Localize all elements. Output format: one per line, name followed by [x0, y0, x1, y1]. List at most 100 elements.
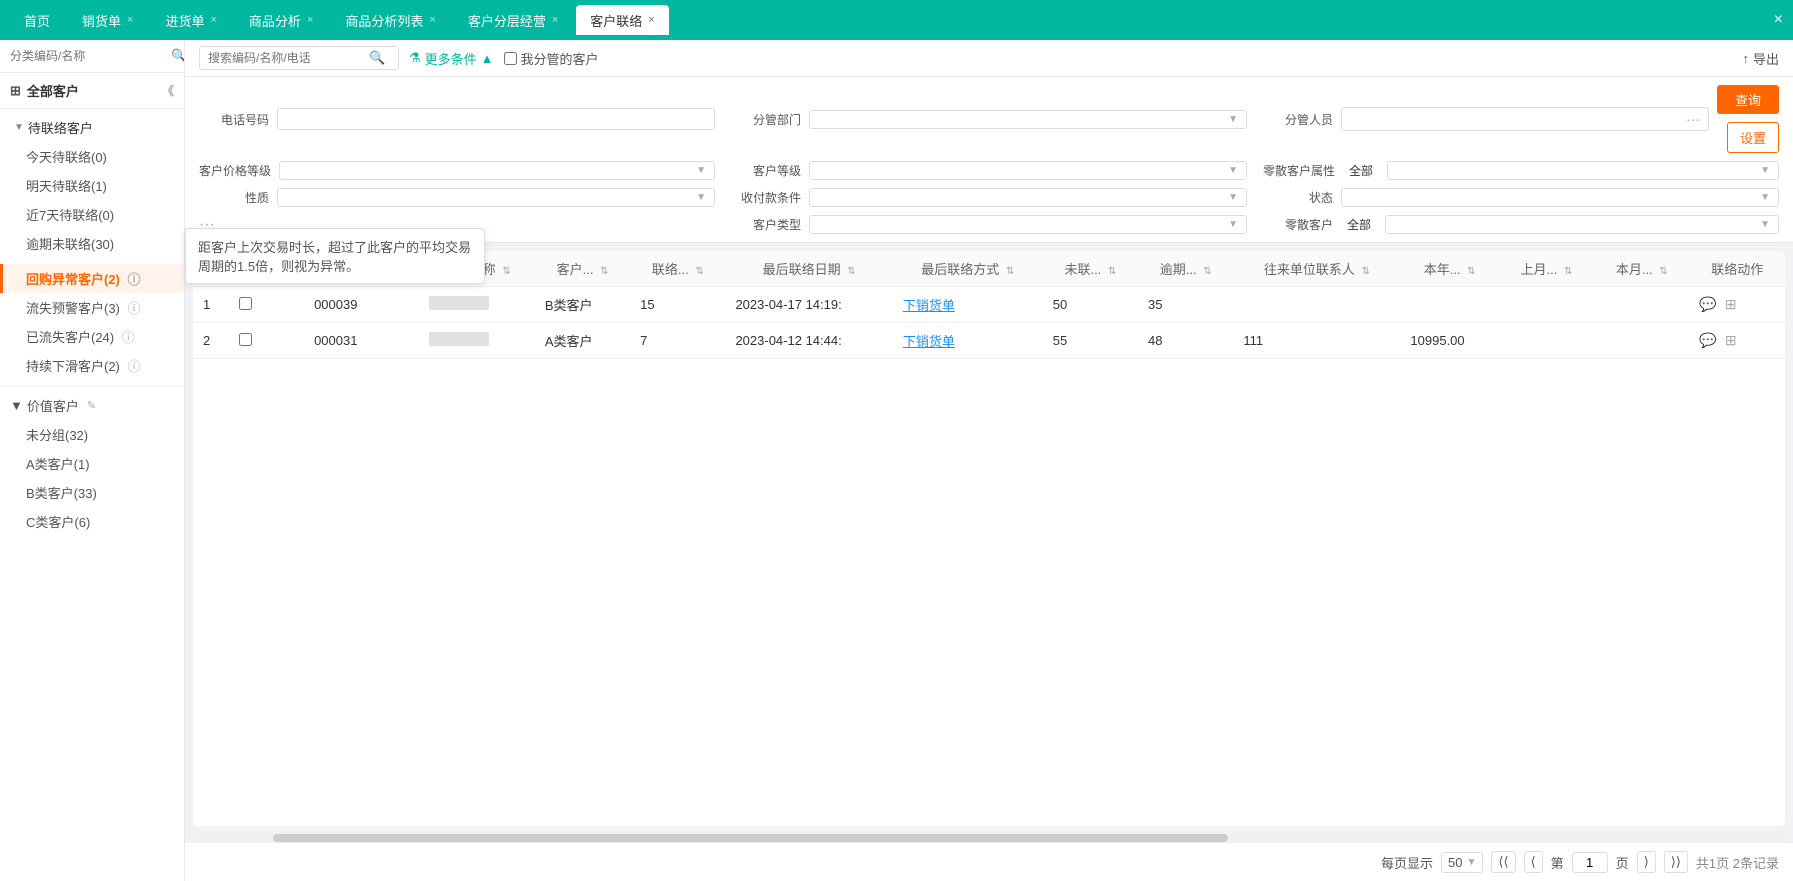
sidebar-item-churn-warning[interactable]: 流失预警客户(3) ⓘ	[0, 293, 184, 322]
filter-retail-attr-select[interactable]: ▼	[1387, 161, 1779, 180]
table-area: ⚙ 客户编码 ⇅ 客户名称 ⇅ 客户... ⇅	[193, 251, 1785, 826]
th-category[interactable]: 客户... ⇅	[535, 251, 630, 287]
sidebar-search-input[interactable]	[10, 49, 165, 63]
edit-icon[interactable]: ✎	[87, 399, 96, 412]
page-input[interactable]	[1572, 852, 1608, 873]
last-page-btn[interactable]: ⟩⟩	[1664, 851, 1688, 873]
next-page-btn[interactable]: ⟩	[1637, 851, 1656, 873]
close-tab-purchase[interactable]: ×	[210, 14, 216, 26]
th-unit-contact[interactable]: 往来单位联系人 ⇅	[1233, 251, 1400, 287]
filter-dept-select[interactable]: ▼	[809, 110, 1247, 129]
tab-analysis[interactable]: 商品分析 ×	[235, 5, 327, 35]
close-tab-customer-contact[interactable]: ×	[648, 14, 654, 26]
close-tab-sales[interactable]: ×	[127, 14, 133, 26]
filter-dept-label: 分管部门	[731, 111, 801, 128]
filter-payment-row: 收付款条件 ▼	[731, 188, 1247, 207]
manager-ellipsis[interactable]: ···	[1686, 111, 1700, 127]
th-last-contact-method[interactable]: 最后联络方式 ⇅	[893, 251, 1043, 287]
th-last-contact-date[interactable]: 最后联络日期 ⇅	[725, 251, 892, 287]
sidebar-item-declining[interactable]: 持续下滑客户(2) ⓘ	[0, 351, 184, 380]
cell-this-year-1	[1400, 287, 1498, 323]
sidebar-collapse-btn[interactable]: 《	[162, 82, 174, 99]
sidebar-search-area: 🔍	[0, 40, 184, 73]
chat-icon-1[interactable]: 💬	[1699, 296, 1716, 313]
my-customers-checkbox[interactable]	[504, 52, 517, 65]
tab-customer-segment[interactable]: 客户分层经营 ×	[454, 5, 572, 35]
phone-input[interactable]	[286, 112, 706, 126]
first-page-btn[interactable]: ⟨⟨	[1491, 851, 1515, 873]
grid-action-icon-2[interactable]: ⊞	[1725, 332, 1737, 349]
row-checkbox-2[interactable]	[239, 333, 252, 346]
cell-action-1: 💬 ⊞	[1689, 287, 1785, 323]
filter-payment-select[interactable]: ▼	[809, 188, 1247, 207]
sidebar-item-today[interactable]: 今天待联络(0)	[0, 142, 184, 171]
value-customer-group-header[interactable]: ▼ 价值客户 ✎	[0, 391, 184, 420]
query-button[interactable]: 查询	[1717, 85, 1779, 114]
filter-more-btn[interactable]: ⚗ 更多条件 ▲	[409, 49, 494, 68]
close-tab-analysis[interactable]: ×	[307, 14, 313, 26]
sidebar-item-tomorrow[interactable]: 明天待联络(1)	[0, 171, 184, 200]
filter-search-icon[interactable]: 🔍	[369, 50, 385, 66]
content-area: 🔍 ⚗ 更多条件 ▲ 我分管的客户 ↑ 导出 电话号码	[185, 40, 1793, 881]
close-tab-analysis-list[interactable]: ×	[429, 14, 435, 26]
th-contact[interactable]: 联络... ⇅	[630, 251, 725, 287]
filter-gender-select[interactable]: ▼	[277, 188, 715, 207]
prev-page-btn[interactable]: ⟨	[1524, 851, 1543, 873]
sidebar-search-icon[interactable]: 🔍	[171, 48, 185, 64]
last-method-link-2[interactable]: 下销货单	[903, 334, 955, 349]
filter-status-select[interactable]: ▼	[1341, 188, 1779, 207]
chat-icon-2[interactable]: 💬	[1699, 332, 1716, 349]
th-this-year[interactable]: 本年... ⇅	[1400, 251, 1498, 287]
tab-analysis-list[interactable]: 商品分析列表 ×	[331, 5, 449, 35]
filter-search-input[interactable]	[208, 51, 363, 65]
filter-phone-input[interactable]	[277, 108, 715, 130]
per-page-value: 50	[1448, 855, 1462, 870]
filter-price-level-select[interactable]: ▼	[279, 161, 715, 180]
filter-bar: 🔍 ⚗ 更多条件 ▲ 我分管的客户 ↑ 导出	[185, 40, 1793, 77]
sidebar-item-churned[interactable]: 已流失客户(24) ⓘ	[0, 322, 184, 351]
tab-purchase[interactable]: 进货单 ×	[151, 5, 230, 35]
customer-type-chevron: ▼	[1228, 219, 1238, 230]
sidebar-item-overdue[interactable]: 逾期未联络(30)	[0, 229, 184, 258]
filter-retail-customer-select[interactable]: ▼	[1385, 215, 1779, 234]
filter-payment-label: 收付款条件	[731, 189, 801, 206]
th-this-month[interactable]: 本月... ⇅	[1594, 251, 1689, 287]
setting-button[interactable]: 设置	[1727, 122, 1779, 153]
close-tab-customer-segment[interactable]: ×	[552, 14, 558, 26]
sidebar-item-type-a[interactable]: A类客户(1)	[0, 449, 184, 478]
tab-sales[interactable]: 销货单 ×	[68, 5, 147, 35]
filter-customer-type-select[interactable]: ▼	[809, 215, 1247, 234]
close-all-tabs[interactable]: ×	[1774, 11, 1783, 29]
sidebar-item-repurchase-anomaly[interactable]: 回购异常客户(2) ⓘ	[0, 264, 184, 293]
all-customers-title[interactable]: ⊞ 全部客户 《	[0, 73, 184, 109]
last-method-link-1[interactable]: 下销货单	[903, 298, 955, 313]
th-overdue[interactable]: 逾期... ⇅	[1138, 251, 1233, 287]
cell-last-month-2	[1499, 323, 1594, 359]
info-icon-declining: ⓘ	[128, 359, 141, 374]
scroll-thumb[interactable]	[273, 834, 1228, 842]
grid-action-icon-1[interactable]: ⊞	[1725, 296, 1737, 313]
filter-manager-input[interactable]: ···	[1341, 107, 1709, 131]
tab-customer-contact[interactable]: 客户联络 ×	[576, 5, 668, 35]
sidebar-item-type-c[interactable]: C类客户(6)	[0, 507, 184, 536]
filter-retail-customer-label: 零散客户	[1263, 216, 1333, 233]
filter-customer-level-select[interactable]: ▼	[809, 161, 1247, 180]
horizontal-scrollbar[interactable]	[193, 834, 1785, 842]
export-btn[interactable]: ↑ 导出	[1742, 49, 1779, 68]
retail-customer-value: 全部	[1341, 216, 1377, 233]
row-checkbox-1[interactable]	[239, 297, 252, 310]
th-last-month[interactable]: 上月... ⇅	[1499, 251, 1594, 287]
top-nav: 首页 销货单 × 进货单 × 商品分析 × 商品分析列表 × 客户分层经营 × …	[0, 0, 1793, 40]
cell-this-month-1	[1594, 287, 1689, 323]
sidebar-item-type-b[interactable]: B类客户(33)	[0, 478, 184, 507]
pending-contact-title[interactable]: ▼ 待联络客户	[0, 113, 184, 142]
sidebar-item-7days[interactable]: 近7天待联络(0)	[0, 200, 184, 229]
tab-home[interactable]: 首页	[10, 5, 64, 35]
th-action: 联络动作	[1689, 251, 1785, 287]
per-page-select[interactable]: 50 ▼	[1441, 852, 1483, 873]
th-not-contact[interactable]: 未联... ⇅	[1043, 251, 1138, 287]
manager-input[interactable]	[1350, 112, 1682, 126]
sidebar-item-ungrouped[interactable]: 未分组(32)	[0, 420, 184, 449]
filter-price-level-label: 客户价格等级	[199, 162, 271, 179]
cell-category-1: B类客户	[535, 287, 630, 323]
